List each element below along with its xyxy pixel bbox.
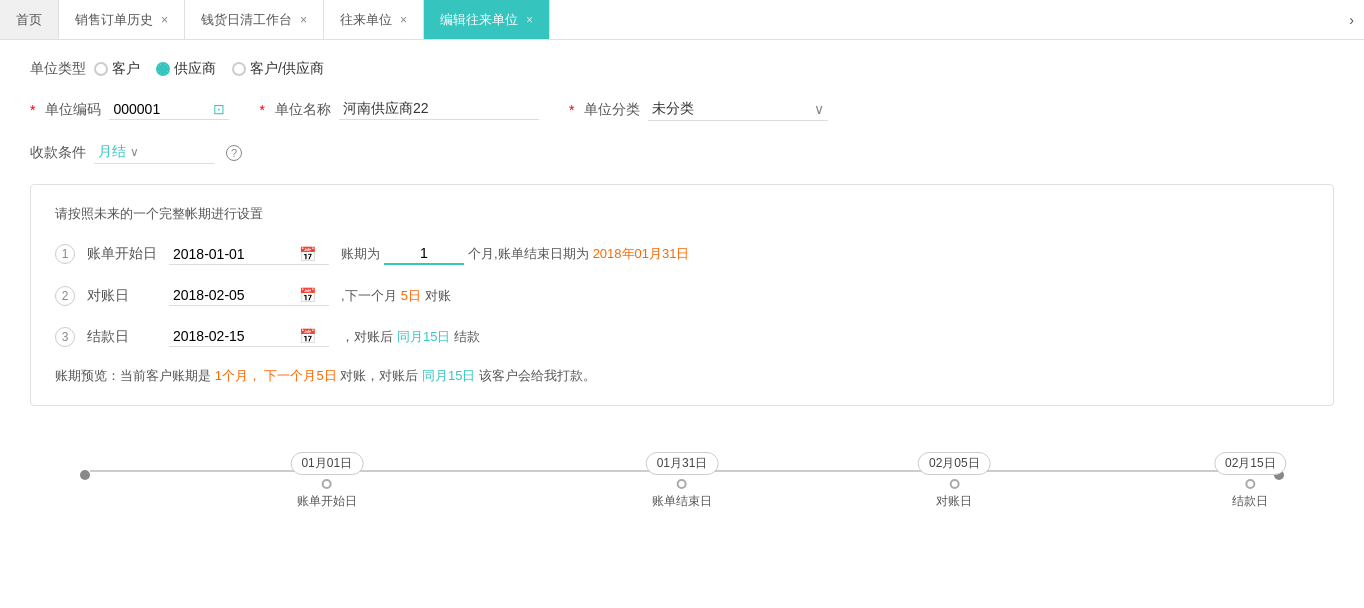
calendar-icon-2[interactable]: 📅 — [299, 287, 316, 303]
timeline-section: 01月01日 账单开始日 01月31日 账单结束日 02月05日 对账日 — [30, 426, 1334, 500]
required-star-classify: * — [569, 102, 574, 118]
unit-classify-label: 单位分类 — [584, 101, 640, 119]
step-label-2: 对账日 — [87, 287, 157, 305]
tab-bar: 首页 销售订单历史 × 钱货日清工作台 × 往来单位 × 编辑往来单位 × › — [0, 0, 1364, 40]
timeline-badge-2: 01月31日 — [646, 452, 719, 475]
unit-code-label: 单位编码 — [45, 101, 101, 119]
step-date-highlight-1: 2018年01月31日 — [593, 245, 690, 263]
tab-close-edit-partner[interactable]: × — [526, 13, 533, 27]
step-number-3: 3 — [55, 327, 75, 347]
preview-middle: 对账，对账后 — [340, 368, 418, 383]
required-star-name: * — [259, 102, 264, 118]
step-label-3: 结款日 — [87, 328, 157, 346]
preview-part3: 同月15日 — [422, 368, 475, 383]
unit-classify-dropdown[interactable]: 未分类 ∨ — [648, 98, 828, 121]
preview-section: 账期预览：当前客户账期是 1个月， 下一个月5日 对账，对账后 同月15日 该客… — [55, 367, 1309, 385]
preview-part1: 1个月， — [215, 368, 261, 383]
unit-code-group: * 单位编码 ⊡ — [30, 99, 229, 120]
tab-sales-history[interactable]: 销售订单历史 × — [59, 0, 185, 39]
step-row-2: 2 对账日 📅 ,下一个月 5日 对账 — [55, 285, 1309, 306]
step-desc-suffix-3: 结款 — [454, 328, 480, 346]
copy-icon[interactable]: ⊡ — [209, 101, 229, 117]
tab-edit-partner[interactable]: 编辑往来单位 × — [424, 0, 550, 39]
timeline-label-1: 账单开始日 — [297, 493, 357, 510]
dropdown-arrow-payment-icon: ∨ — [130, 145, 139, 159]
radio-circle-customer — [94, 62, 108, 76]
unit-type-row: 单位类型 客户 供应商 客户/供应商 — [30, 60, 1334, 78]
tab-close-sales-history[interactable]: × — [161, 13, 168, 27]
unit-info-row: * 单位编码 ⊡ * 单位名称 * 单位分类 未分类 ∨ — [30, 98, 1334, 121]
step-desc-2: ,下一个月 5日 对账 — [341, 287, 451, 305]
timeline-label-3: 对账日 — [936, 493, 972, 510]
radio-both[interactable]: 客户/供应商 — [232, 60, 324, 78]
period-input[interactable] — [384, 243, 464, 265]
step-label-1: 账单开始日 — [87, 245, 157, 263]
unit-type-label: 单位类型 — [30, 60, 86, 78]
help-icon[interactable]: ? — [226, 145, 242, 161]
step-number-1: 1 — [55, 244, 75, 264]
radio-supplier[interactable]: 供应商 — [156, 60, 216, 78]
timeline-badge-1: 01月01日 — [290, 452, 363, 475]
date-field-3[interactable] — [169, 326, 299, 346]
radio-label-customer: 客户 — [112, 60, 140, 78]
step-date-input-1: 📅 — [169, 244, 329, 265]
tab-home[interactable]: 首页 — [0, 0, 59, 39]
tab-partner-units[interactable]: 往来单位 × — [324, 0, 424, 39]
step-desc-suffix-1: 个月,账单结束日期为 — [468, 245, 589, 263]
tab-expand-button[interactable]: › — [1339, 0, 1364, 39]
preview-label: 账期预览：当前客户账期是 — [55, 368, 211, 383]
unit-name-label: 单位名称 — [275, 101, 331, 119]
dropdown-arrow-icon: ∨ — [814, 101, 824, 117]
main-content: 单位类型 客户 供应商 客户/供应商 * 单位编码 — [0, 40, 1364, 608]
unit-classify-group: * 单位分类 未分类 ∨ — [569, 98, 828, 121]
payment-condition-label: 收款条件 — [30, 144, 86, 162]
step-desc-1: 账期为 个月,账单结束日期为 2018年01月31日 — [341, 243, 689, 265]
date-field-2[interactable] — [169, 285, 299, 305]
radio-label-both: 客户/供应商 — [250, 60, 324, 78]
radio-circle-supplier — [156, 62, 170, 76]
tab-close-cash-work[interactable]: × — [300, 13, 307, 27]
step-desc-suffix-2: 对账 — [425, 287, 451, 305]
timeline-label-4: 结款日 — [1232, 493, 1268, 510]
step-desc-prefix-1: 账期为 — [341, 245, 380, 263]
unit-name-group: * 单位名称 — [259, 99, 538, 120]
step-highlight-2: 5日 — [401, 287, 421, 305]
step-desc-3: ，对账后 同月15日 结款 — [341, 328, 480, 346]
step-row-1: 1 账单开始日 📅 账期为 个月,账单结束日期为 2018年01月31日 — [55, 243, 1309, 265]
unit-type-radio-group: 客户 供应商 客户/供应商 — [94, 60, 324, 78]
unit-code-input[interactable] — [109, 99, 209, 119]
unit-classify-value: 未分类 — [652, 100, 694, 118]
payment-condition-group: 收款条件 月结 ∨ ? — [30, 141, 242, 164]
timeline-label-2: 账单结束日 — [652, 493, 712, 510]
timeline-badge-4: 02月15日 — [1214, 452, 1287, 475]
calendar-icon-1[interactable]: 📅 — [299, 246, 316, 262]
calendar-icon-3[interactable]: 📅 — [299, 328, 316, 344]
required-star-code: * — [30, 102, 35, 118]
unit-code-input-wrapper: ⊡ — [109, 99, 229, 120]
date-field-1[interactable] — [169, 244, 299, 264]
payment-condition-row: 收款条件 月结 ∨ ? — [30, 141, 1334, 164]
chevron-right-icon: › — [1349, 12, 1354, 28]
payment-condition-dropdown[interactable]: 月结 ∨ — [94, 141, 214, 164]
radio-customer[interactable]: 客户 — [94, 60, 140, 78]
settings-panel: 请按照未来的一个完整帐期进行设置 1 账单开始日 📅 账期为 个月,账单结束日期… — [30, 184, 1334, 406]
unit-type-group: 单位类型 客户 供应商 客户/供应商 — [30, 60, 324, 78]
step-highlight-3: 同月15日 — [397, 328, 450, 346]
panel-instruction: 请按照未来的一个完整帐期进行设置 — [55, 205, 1309, 223]
radio-circle-both — [232, 62, 246, 76]
step-date-input-2: 📅 — [169, 285, 329, 306]
timeline-badge-3: 02月05日 — [918, 452, 991, 475]
step-date-input-3: 📅 — [169, 326, 329, 347]
radio-label-supplier: 供应商 — [174, 60, 216, 78]
step-row-3: 3 结款日 📅 ，对账后 同月15日 结款 — [55, 326, 1309, 347]
step-desc-prefix-2: ,下一个月 — [341, 287, 397, 305]
tab-cash-work[interactable]: 钱货日清工作台 × — [185, 0, 324, 39]
tab-close-partner-units[interactable]: × — [400, 13, 407, 27]
step-number-2: 2 — [55, 286, 75, 306]
preview-end: 该客户会给我打款。 — [479, 368, 596, 383]
preview-part2: 下一个月5日 — [264, 368, 336, 383]
unit-name-input[interactable] — [339, 99, 539, 120]
step-desc-prefix-3: ，对账后 — [341, 328, 393, 346]
payment-condition-value: 月结 — [94, 141, 130, 163]
